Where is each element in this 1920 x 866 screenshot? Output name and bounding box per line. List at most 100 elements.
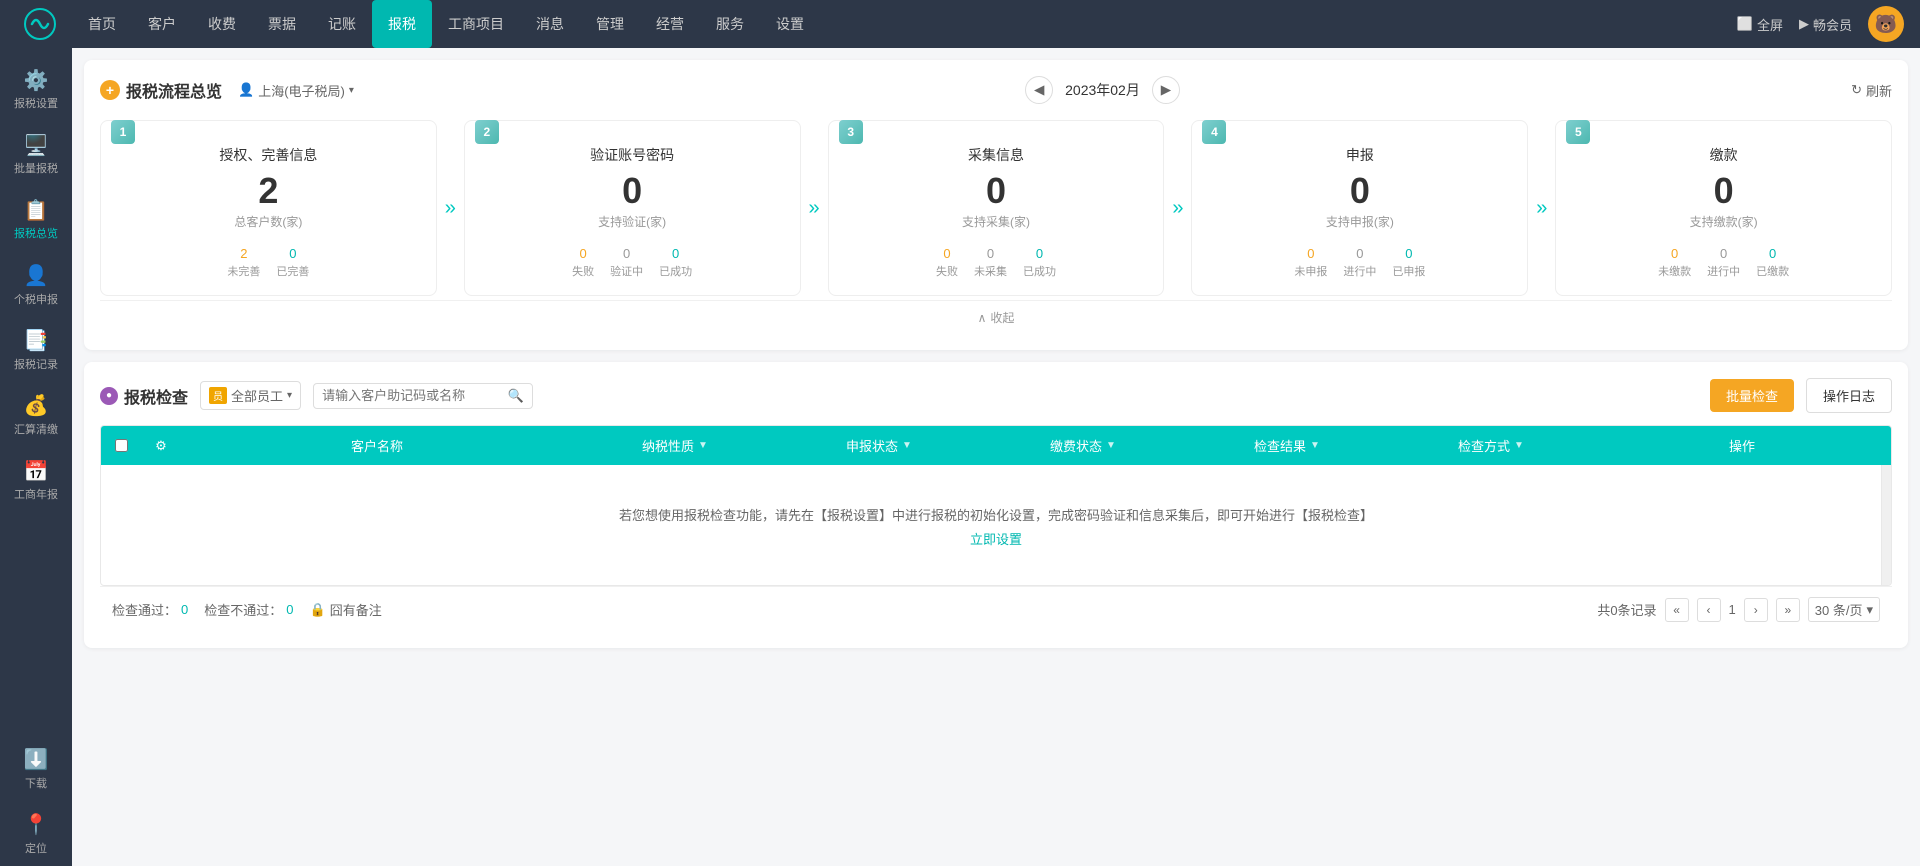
sidebar-item-tax-settings[interactable]: ⚙️ 报税设置 xyxy=(0,56,72,121)
th-declare-status[interactable]: 申报状态 ▼ xyxy=(777,426,981,465)
chevron-down-icon: ▾ xyxy=(349,85,354,96)
nav-items: 首页 客户 收费 票据 记账 报税 工商项目 消息 管理 经营 服务 设置 xyxy=(72,0,1737,48)
logo[interactable] xyxy=(16,0,64,48)
pass-value[interactable]: 0 xyxy=(181,602,188,617)
select-all-checkbox[interactable] xyxy=(115,439,128,452)
th-tax-nature[interactable]: 纳税性质 ▼ xyxy=(573,426,777,465)
step-title-1: 授权、完善信息 xyxy=(219,145,317,165)
stat-5-in-progress-label: 进行中 xyxy=(1707,263,1740,279)
sidebar-label-tax-settings: 报税设置 xyxy=(14,98,58,111)
filter-icon-declare: ▼ xyxy=(902,440,912,451)
prev-month-button[interactable]: ◀ xyxy=(1025,76,1053,104)
stat-4-not-declared-value: 0 xyxy=(1307,246,1314,261)
stat-3-fail-value: 0 xyxy=(943,246,950,261)
employee-filter[interactable]: 员 全部员工 ▾ xyxy=(200,381,301,410)
nav-operation[interactable]: 经营 xyxy=(640,0,700,48)
filter-icon-check-result: ▼ xyxy=(1310,440,1320,451)
stat-5-not-paid-label: 未缴款 xyxy=(1658,263,1691,279)
stat-5-paid-label: 已缴款 xyxy=(1756,263,1789,279)
stat-3-not-collected-value: 0 xyxy=(987,246,994,261)
stat-2-fail-value: 0 xyxy=(580,246,587,261)
sidebar-item-tax-records[interactable]: 📑 报税记录 xyxy=(0,317,72,382)
empty-hint-text: 若您想使用报税检查功能，请先在【报税设置】中进行报税的初始化设置，完成密码验证和… xyxy=(619,503,1373,529)
sidebar-item-settlement[interactable]: 💰 汇算清缴 xyxy=(0,382,72,447)
step-title-3: 采集信息 xyxy=(968,145,1024,165)
step-num-5: 5 xyxy=(1566,120,1590,144)
refresh-button[interactable]: ↻ 刷新 xyxy=(1851,81,1892,100)
step-title-4: 申报 xyxy=(1346,145,1374,165)
fullscreen-button[interactable]: ⬜ 全屏 xyxy=(1737,15,1783,34)
step-subtitle-4: 支持申报(家) xyxy=(1326,213,1394,230)
stat-3-not-collected-label: 未采集 xyxy=(974,263,1007,279)
sidebar-item-download[interactable]: ⬇️ 下载 xyxy=(0,736,72,801)
th-check-method[interactable]: 检查方式 ▼ xyxy=(1389,426,1593,465)
sidebar-item-batch-tax[interactable]: 🖥️ 批量报税 xyxy=(0,121,72,186)
search-icon[interactable]: 🔍 xyxy=(508,388,524,404)
fullscreen-icon: ⬜ xyxy=(1737,16,1753,32)
collapse-button[interactable]: ∧ 收起 xyxy=(100,300,1892,334)
check-title-text: 报税检查 xyxy=(124,384,188,408)
th-checkbox[interactable] xyxy=(101,426,141,465)
sidebar-item-annual-report[interactable]: 📅 工商年报 xyxy=(0,447,72,512)
stat-3-fail: 0 失败 xyxy=(936,246,958,279)
nav-message[interactable]: 消息 xyxy=(520,0,580,48)
step-stats-2: 0 失败 0 验证中 0 已成功 xyxy=(572,246,692,279)
steps-container: 1 授权、完善信息 2 总客户数(家) 2 未完善 0 已完善 xyxy=(100,120,1892,296)
th-pay-status[interactable]: 缴费状态 ▼ xyxy=(981,426,1185,465)
membership-button[interactable]: ▶ 畅会员 xyxy=(1799,15,1852,34)
fullscreen-label: 全屏 xyxy=(1757,15,1783,34)
table-header: ⚙ 客户名称 纳税性质 ▼ 申报状态 ▼ 缴费状态 ▼ xyxy=(101,426,1891,465)
nav-accounting[interactable]: 记账 xyxy=(312,0,372,48)
region-selector[interactable]: 👤 上海(电子税局) ▾ xyxy=(238,81,354,100)
search-input[interactable] xyxy=(322,388,508,403)
stat-5-in-progress: 0 进行中 xyxy=(1707,246,1740,279)
step-card-1: 1 授权、完善信息 2 总客户数(家) 2 未完善 0 已完善 xyxy=(100,120,437,296)
nav-invoice[interactable]: 票据 xyxy=(252,0,312,48)
th-check-result[interactable]: 检查结果 ▼ xyxy=(1185,426,1389,465)
mascot-avatar[interactable]: 🐻 xyxy=(1868,6,1904,42)
nav-tax[interactable]: 报税 xyxy=(372,0,432,48)
stat-2-verifying-value: 0 xyxy=(623,246,630,261)
refresh-label: 刷新 xyxy=(1866,81,1892,100)
prev-page-button[interactable]: ‹ xyxy=(1697,598,1721,622)
step-card-3: 3 采集信息 0 支持采集(家) 0 失败 0 未采集 xyxy=(828,120,1165,296)
nav-settings[interactable]: 设置 xyxy=(760,0,820,48)
nav-service[interactable]: 服务 xyxy=(700,0,760,48)
step-num-1: 1 xyxy=(111,120,135,144)
total-count: 共0条记录 xyxy=(1597,600,1656,619)
nav-business[interactable]: 工商项目 xyxy=(432,0,520,48)
stat-4-not-declared-label: 未申报 xyxy=(1294,263,1327,279)
stat-1-success: 0 已完善 xyxy=(276,246,309,279)
stat-3-success-value: 0 xyxy=(1036,246,1043,261)
step-card-2: 2 验证账号密码 0 支持验证(家) 0 失败 0 验证中 xyxy=(464,120,801,296)
step-subtitle-1: 总客户数(家) xyxy=(234,213,302,230)
nav-manage[interactable]: 管理 xyxy=(580,0,640,48)
fail-value[interactable]: 0 xyxy=(286,602,293,617)
stat-5-in-progress-value: 0 xyxy=(1720,246,1727,261)
scrollbar[interactable] xyxy=(1881,465,1891,585)
sidebar-item-tax-overview[interactable]: 📋 报税总览 xyxy=(0,186,72,251)
next-page-button[interactable]: › xyxy=(1744,598,1768,622)
next-month-button[interactable]: ▶ xyxy=(1152,76,1180,104)
nav-home[interactable]: 首页 xyxy=(72,0,132,48)
instant-setup-link[interactable]: 立即设置 xyxy=(970,529,1022,548)
download-icon: ⬇️ xyxy=(22,746,50,774)
per-page-selector[interactable]: 30 条/页 ▾ xyxy=(1808,597,1880,622)
filter-icon-check-method: ▼ xyxy=(1514,440,1524,451)
th-gear[interactable]: ⚙ xyxy=(141,426,181,465)
tax-records-icon: 📑 xyxy=(22,327,50,355)
nav-fee[interactable]: 收费 xyxy=(192,0,252,48)
sidebar-item-individual-tax[interactable]: 👤 个税申报 xyxy=(0,252,72,317)
nav-client[interactable]: 客户 xyxy=(132,0,192,48)
last-page-button[interactable]: » xyxy=(1776,598,1800,622)
first-page-button[interactable]: « xyxy=(1665,598,1689,622)
step-count-4: 0 xyxy=(1350,173,1370,209)
operation-log-button[interactable]: 操作日志 xyxy=(1806,378,1892,413)
sidebar-label-tax-overview: 报税总览 xyxy=(14,228,58,241)
sidebar-item-location[interactable]: 📍 定位 xyxy=(0,801,72,866)
individual-tax-icon: 👤 xyxy=(22,262,50,290)
step-stats-1: 2 未完善 0 已完善 xyxy=(227,246,309,279)
batch-check-button[interactable]: 批量检查 xyxy=(1710,379,1794,412)
sidebar-label-batch-tax: 批量报税 xyxy=(14,163,58,176)
arrow-2-3: » xyxy=(801,120,828,296)
